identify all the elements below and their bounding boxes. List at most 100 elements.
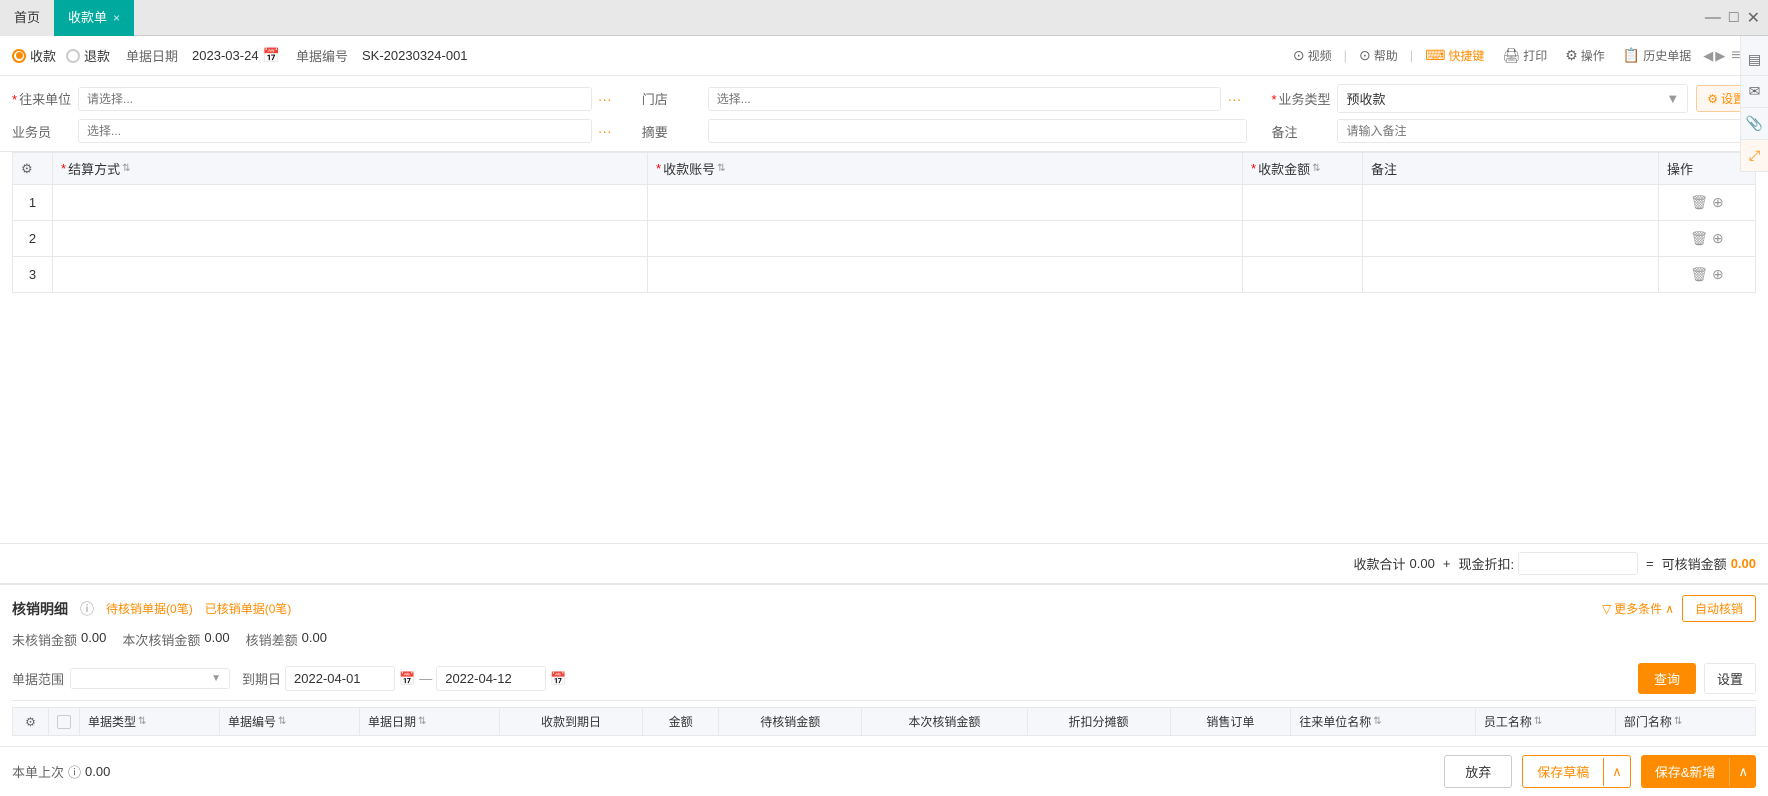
total-value: 0.00 [1410, 556, 1435, 571]
copy-icon-3[interactable]: ⊕ [1712, 266, 1724, 283]
carry-info-icon[interactable]: ⓘ [68, 762, 81, 781]
lth-amount: 金额 [643, 708, 719, 736]
th-gear: ⚙ [13, 153, 53, 185]
verified-tab[interactable]: 已核销单据(0笔) [205, 600, 292, 617]
lth-discount: 折扣分摊额 [1027, 708, 1170, 736]
store-more-icon[interactable]: ··· [1221, 91, 1247, 107]
cell-account-2[interactable] [648, 221, 1243, 257]
counterpart-input[interactable] [78, 87, 592, 111]
lth-check [49, 708, 80, 736]
select-all-checkbox[interactable] [57, 715, 71, 729]
save-new-btn-arrow[interactable]: ∧ [1729, 758, 1756, 786]
sort-date[interactable]: ⇅ [418, 716, 426, 727]
form-row-2: 业务员 ··· 摘要 备注 [12, 119, 1756, 143]
date-from-input[interactable] [285, 666, 395, 691]
sort-type[interactable]: ⇅ [138, 716, 146, 727]
store-input[interactable] [708, 87, 1222, 111]
sidebar-mail-icon[interactable]: ✉ [1741, 76, 1768, 108]
table-header: ⚙ * 结算方式 ⇅ * 收款账号 [13, 153, 1756, 185]
maximize-icon[interactable]: □ [1729, 9, 1739, 27]
pending-tab[interactable]: 待核销单据(0笔) [106, 600, 193, 617]
history-btn[interactable]: 📋 历史单据 [1617, 44, 1697, 67]
bottom-bar: 本单上次 ⓘ 0.00 放弃 保存草稿 ∧ 保存&新增 ∧ [0, 746, 1768, 796]
cell-amount-1[interactable] [1243, 185, 1363, 221]
sort-employee[interactable]: ⇅ [1534, 716, 1542, 727]
cell-action-2: 🗑 ⊕ [1659, 221, 1756, 257]
save-new-btn-label[interactable]: 保存&新增 [1641, 756, 1730, 787]
discard-button[interactable]: 放弃 [1444, 755, 1512, 788]
toolbar-divider-2: | [1410, 48, 1413, 63]
delete-icon-3[interactable]: 🗑 [1690, 266, 1708, 283]
cell-note-3[interactable] [1363, 257, 1659, 293]
date-to-icon[interactable]: 📅 [550, 671, 566, 687]
sort-counterpart[interactable]: ⇅ [1373, 716, 1381, 727]
cell-settlement-1[interactable] [53, 185, 648, 221]
draft-btn-label[interactable]: 保存草稿 [1523, 756, 1603, 787]
video-btn[interactable]: ⊙ 视频 [1287, 44, 1338, 67]
filter-row: 单据范围 ▼ 到期日 📅 — 📅 查询 设置 [12, 657, 1756, 701]
history-icon: 📋 [1623, 47, 1640, 64]
copy-icon-1[interactable]: ⊕ [1712, 194, 1724, 211]
more-conditions-btn[interactable]: ▽ 更多条件 ∧ [1602, 600, 1674, 617]
draft-btn-arrow[interactable]: ∧ [1603, 758, 1630, 786]
lth-current: 本次核销金额 [862, 708, 1027, 736]
cell-amount-2[interactable] [1243, 221, 1363, 257]
radio-refund[interactable]: 退款 [66, 46, 110, 65]
date-to-input[interactable] [436, 666, 546, 691]
sidebar-expand-icon[interactable]: ⤢ [1741, 140, 1768, 172]
radio-income[interactable]: 收款 [12, 46, 56, 65]
print-btn[interactable]: 🖨 打印 [1496, 44, 1553, 67]
nav-prev-icon[interactable]: ◀ [1703, 48, 1713, 64]
doc-number-value: SK-20230324-001 [362, 48, 468, 63]
cell-account-3[interactable] [648, 257, 1243, 293]
delete-icon-2[interactable]: 🗑 [1690, 230, 1708, 247]
counterpart-more-icon[interactable]: ··· [592, 91, 618, 107]
operation-btn[interactable]: ⚙ 操作 [1559, 44, 1611, 67]
lth-number: 单据编号 ⇅ [220, 708, 360, 736]
shortcut-btn[interactable]: ⌨ 快捷键 [1419, 44, 1490, 67]
draft-button[interactable]: 保存草稿 ∧ [1522, 755, 1631, 788]
sort-icon-account[interactable]: ⇅ [717, 163, 725, 174]
cell-note-1[interactable] [1363, 185, 1659, 221]
nav-next-icon[interactable]: ▶ [1715, 48, 1725, 64]
toolbar-right: ⊙ 视频 | ⊙ 帮助 | ⌨ 快捷键 🖨 打印 ⚙ [1287, 44, 1756, 67]
diff-value: 0.00 [302, 630, 327, 649]
sort-department[interactable]: ⇅ [1674, 716, 1682, 727]
delete-icon-1[interactable]: 🗑 [1690, 194, 1708, 211]
cell-note-2[interactable] [1363, 221, 1659, 257]
help-btn[interactable]: ⊙ 帮助 [1353, 44, 1404, 67]
cell-settlement-2[interactable] [53, 221, 648, 257]
discount-input[interactable] [1518, 552, 1638, 575]
close-icon[interactable]: ✕ [1747, 8, 1760, 28]
cell-amount-3[interactable] [1243, 257, 1363, 293]
scope-select[interactable]: ▼ [70, 668, 230, 689]
salesperson-more-icon[interactable]: ··· [592, 123, 618, 139]
cell-account-1[interactable] [648, 185, 1243, 221]
date-from-icon[interactable]: 📅 [399, 671, 415, 687]
sidebar-table-icon[interactable]: ▤ [1741, 44, 1768, 76]
sort-number[interactable]: ⇅ [278, 716, 286, 727]
tab-home[interactable]: 首页 [0, 0, 54, 36]
tab-close-icon[interactable]: × [113, 0, 120, 36]
copy-icon-2[interactable]: ⊕ [1712, 230, 1724, 247]
data-table: ⚙ * 结算方式 ⇅ * 收款账号 [12, 152, 1756, 293]
auto-writeoff-btn[interactable]: 自动核销 [1682, 595, 1756, 622]
sort-icon-amount[interactable]: ⇅ [1312, 163, 1320, 174]
cell-settlement-3[interactable] [53, 257, 648, 293]
radio-dot-refund [66, 49, 80, 63]
calendar-icon[interactable]: 📅 [263, 47, 280, 64]
sidebar-attach-icon[interactable]: 📎 [1741, 108, 1768, 140]
writeoff-info-icon[interactable]: ⓘ [80, 599, 94, 619]
minimize-icon[interactable]: — [1705, 9, 1721, 27]
tab-active[interactable]: 收款单 × [54, 0, 134, 36]
save-new-button[interactable]: 保存&新增 ∧ [1641, 755, 1756, 788]
salesperson-input[interactable] [78, 119, 592, 143]
lower-settings-btn[interactable]: 设置 [1704, 663, 1756, 694]
business-type-arrow[interactable]: ▼ [1666, 91, 1679, 106]
lower-gear-icon[interactable]: ⚙ [25, 715, 36, 729]
gear-icon[interactable]: ⚙ [21, 161, 33, 176]
summary-input[interactable] [708, 119, 1248, 143]
sort-icon-settlement[interactable]: ⇅ [122, 163, 130, 174]
remarks-input[interactable] [1337, 119, 1756, 143]
query-btn[interactable]: 查询 [1638, 663, 1696, 694]
